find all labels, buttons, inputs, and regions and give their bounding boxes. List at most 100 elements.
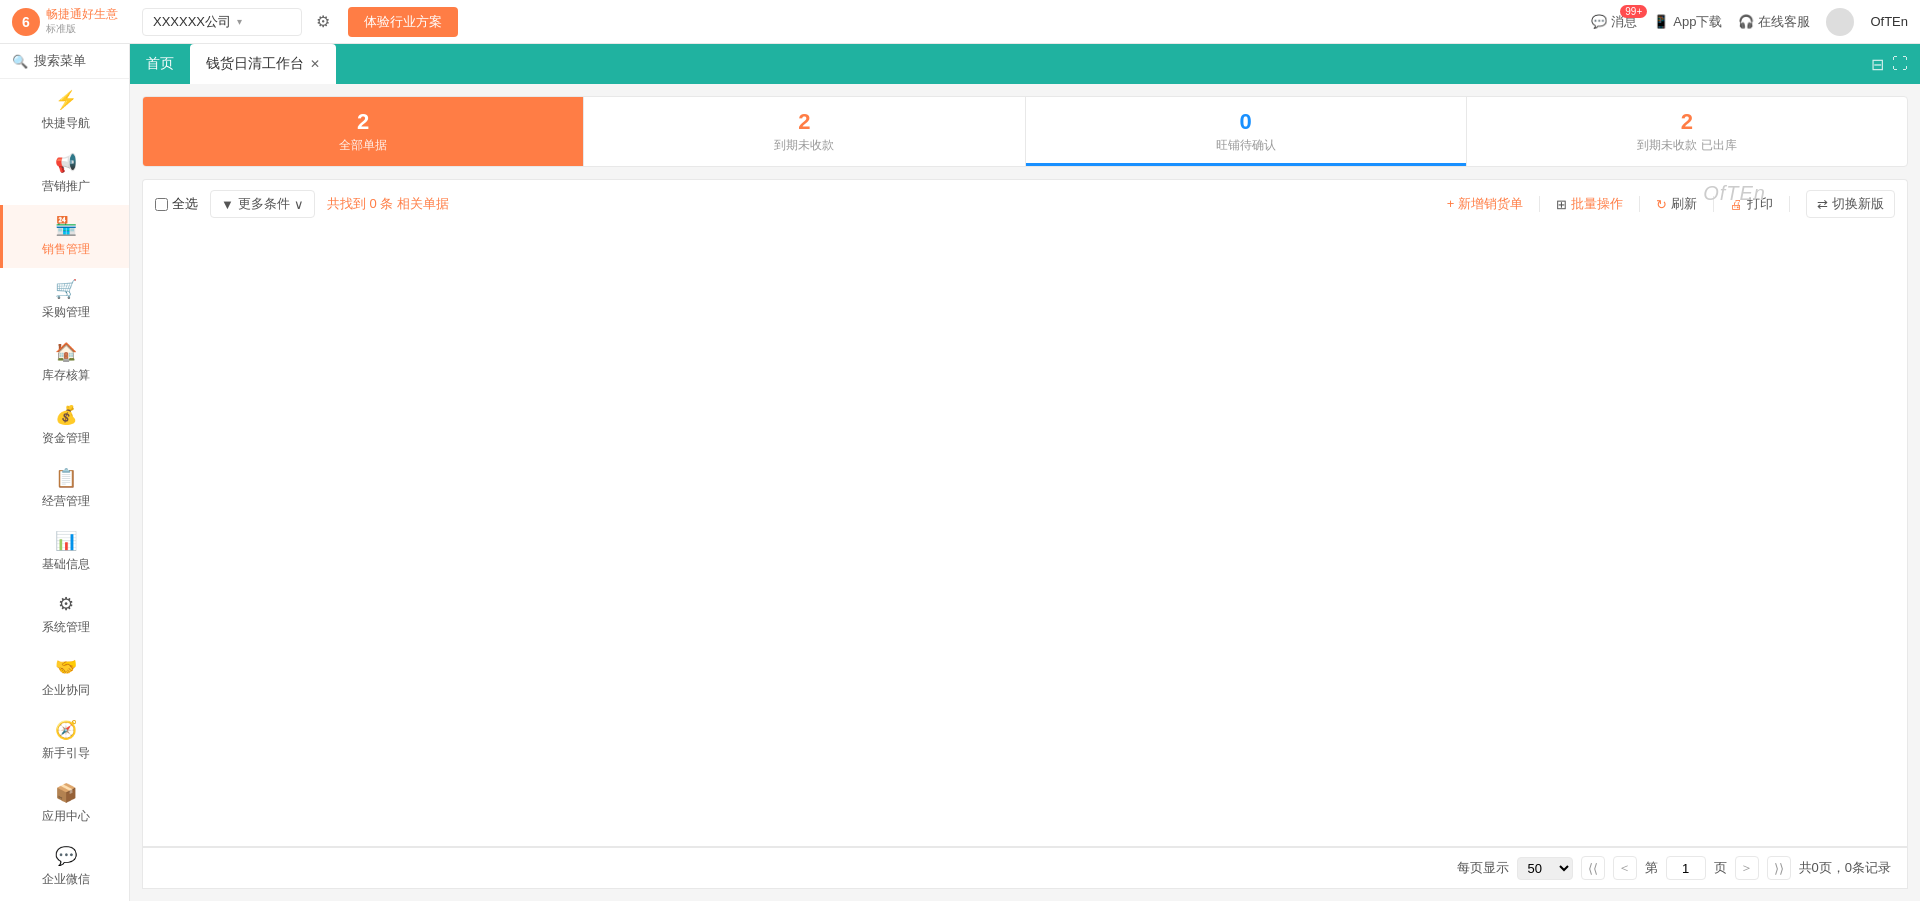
per-page-select[interactable]: 50 100 200 xyxy=(1517,857,1573,880)
purchase-icon: 🛒 xyxy=(55,278,77,300)
page-content: 2 全部单据 2 到期未收款 0 旺铺待确认 2 到期未收款 已出库 xyxy=(130,84,1920,901)
toolbar: 全选 ▼ 更多条件 ∨ 共找到 0 条 相关单据 + 新增销货单 xyxy=(142,179,1908,228)
stat-all-label: 全部单据 xyxy=(159,137,567,154)
stat-overdue-number: 2 xyxy=(600,109,1008,135)
sidebar-item-operations[interactable]: 📋 经营管理 xyxy=(0,457,129,520)
stat-overdue-shipped-number: 2 xyxy=(1483,109,1891,135)
stat-overdue-shipped-label: 到期未收款 已出库 xyxy=(1483,137,1891,154)
add-sales-button[interactable]: + 新增销货单 xyxy=(1447,195,1523,213)
sidebar-item-wecom[interactable]: 💬 企业微信 xyxy=(0,835,129,898)
page-summary: 共0页，0条记录 xyxy=(1799,859,1891,877)
first-page-button[interactable]: ⟨⟨ xyxy=(1581,856,1605,880)
download-icon: 📱 xyxy=(1653,14,1669,29)
messages-button[interactable]: 💬 消息 99+ xyxy=(1591,13,1637,31)
tab-close-icon[interactable]: ✕ xyxy=(310,57,320,71)
sidebar-item-finance[interactable]: 💰 资金管理 xyxy=(0,394,129,457)
wecom-icon: 💬 xyxy=(55,845,77,867)
stat-all-number: 2 xyxy=(159,109,567,135)
base-info-icon: 📊 xyxy=(55,530,77,552)
sidebar-item-sales[interactable]: 🏪 销售管理 xyxy=(0,205,129,268)
refresh-icon: ↻ xyxy=(1656,197,1667,212)
tab-bar: 首页 钱货日清工作台 ✕ ⊟ ⛶ xyxy=(130,44,1920,84)
stat-overdue-label: 到期未收款 xyxy=(600,137,1008,154)
sidebar-item-inventory[interactable]: 🏠 库存核算 xyxy=(0,331,129,394)
stat-pending-number: 0 xyxy=(1042,109,1450,135)
sidebar-item-purchase[interactable]: 🛒 采购管理 xyxy=(0,268,129,331)
guide-icon: 🧭 xyxy=(55,719,77,741)
stat-tab-pending[interactable]: 0 旺铺待确认 xyxy=(1026,97,1467,166)
stat-tab-all[interactable]: 2 全部单据 xyxy=(143,97,584,166)
logo-badge: 标准版 xyxy=(46,22,118,36)
last-page-button[interactable]: ⟩⟩ xyxy=(1767,856,1791,880)
marketing-icon: 📢 xyxy=(55,152,77,174)
select-all-checkbox[interactable]: 全选 xyxy=(155,195,198,213)
refresh-button[interactable]: ↻ 刷新 xyxy=(1656,195,1697,213)
batch-ops-button[interactable]: ⊞ 批量操作 xyxy=(1556,195,1623,213)
sidebar: 🔍 搜索菜单 ⚡ 快捷导航 📢 营销推广 🏪 销售管理 🛒 采购管理 🏠 库存核… xyxy=(0,44,130,901)
switch-icon: ⇄ xyxy=(1817,197,1828,212)
print-button[interactable]: 🖨 打印 xyxy=(1730,195,1773,213)
print-icon: 🖨 xyxy=(1730,197,1743,212)
divider2 xyxy=(1639,196,1640,212)
company-name: XXXXXX公司 xyxy=(153,13,231,31)
trial-button[interactable]: 体验行业方案 xyxy=(348,7,458,37)
finance-icon: 💰 xyxy=(55,404,77,426)
search-menu-button[interactable]: 🔍 搜索菜单 xyxy=(0,44,129,79)
found-number: 0 xyxy=(370,196,377,211)
online-service-button[interactable]: 🎧 在线客服 xyxy=(1738,13,1810,31)
company-selector[interactable]: XXXXXX公司 ▾ xyxy=(142,8,302,36)
select-all-input[interactable] xyxy=(155,198,168,211)
system-icon: ⚙ xyxy=(58,593,74,615)
header-right: 💬 消息 99+ 📱 App下载 🎧 在线客服 OfTEn xyxy=(1591,8,1908,36)
more-conditions-button[interactable]: ▼ 更多条件 ∨ xyxy=(210,190,315,218)
quick-nav-icon: ⚡ xyxy=(55,89,77,111)
minimize-icon: ⊟ xyxy=(1871,55,1884,74)
sidebar-item-guide[interactable]: 🧭 新手引导 xyxy=(0,709,129,772)
filter-icon: ▼ xyxy=(221,197,234,212)
switch-version-button[interactable]: ⇄ 切换新版 xyxy=(1806,190,1895,218)
logo-icon: 6 xyxy=(12,8,40,36)
headset-icon: 🎧 xyxy=(1738,14,1754,29)
avatar[interactable] xyxy=(1826,8,1854,36)
stat-tab-overdue-shipped[interactable]: 2 到期未收款 已出库 xyxy=(1467,97,1907,166)
message-badge: 99+ xyxy=(1620,5,1647,18)
inventory-icon: 🏠 xyxy=(55,341,77,363)
enterprise-icon: 🤝 xyxy=(55,656,77,678)
sidebar-item-marketing[interactable]: 📢 营销推广 xyxy=(0,142,129,205)
toolbar-right: + 新增销货单 ⊞ 批量操作 ↻ 刷新 🖨 打印 xyxy=(1447,190,1895,218)
table-area xyxy=(142,228,1908,847)
username-label: OfTEn xyxy=(1870,14,1908,29)
app-download-button[interactable]: 📱 App下载 xyxy=(1653,13,1722,31)
tab-home[interactable]: 首页 xyxy=(130,44,190,84)
tab-cash-daily[interactable]: 钱货日清工作台 ✕ xyxy=(190,44,336,84)
divider xyxy=(1539,196,1540,212)
stats-tabs: 2 全部单据 2 到期未收款 0 旺铺待确认 2 到期未收款 已出库 xyxy=(142,96,1908,167)
chevron-down-icon: ▾ xyxy=(237,16,242,27)
sidebar-item-base-info[interactable]: 📊 基础信息 xyxy=(0,520,129,583)
tab-expand-button[interactable]: ⊟ ⛶ xyxy=(1859,55,1920,74)
pagination-bar: 每页显示 50 100 200 ⟨⟨ ＜ 第 页 ＞ ⟩⟩ 共0页，0条记录 xyxy=(142,847,1908,889)
logo-text: 畅捷通好生意 xyxy=(46,7,118,23)
sidebar-item-system[interactable]: ⚙ 系统管理 xyxy=(0,583,129,646)
next-page-button[interactable]: ＞ xyxy=(1735,856,1759,880)
content-area: 首页 钱货日清工作台 ✕ ⊟ ⛶ 2 全部单据 2 到期未收款 xyxy=(130,44,1920,901)
main-layout: 🔍 搜索菜单 ⚡ 快捷导航 📢 营销推广 🏪 销售管理 🛒 采购管理 🏠 库存核… xyxy=(0,44,1920,901)
found-count-label: 共找到 0 条 相关单据 xyxy=(327,195,449,213)
settings-icon[interactable]: ⚙ xyxy=(308,7,338,37)
divider3 xyxy=(1713,196,1714,212)
expand-icon: ⛶ xyxy=(1892,55,1908,73)
page-input[interactable] xyxy=(1666,856,1706,880)
stat-tab-overdue[interactable]: 2 到期未收款 xyxy=(584,97,1025,166)
sidebar-item-enterprise[interactable]: 🤝 企业协同 xyxy=(0,646,129,709)
operations-icon: 📋 xyxy=(55,467,77,489)
divider4 xyxy=(1789,196,1790,212)
sidebar-item-app-center[interactable]: 📦 应用中心 xyxy=(0,772,129,835)
prev-page-button[interactable]: ＜ xyxy=(1613,856,1637,880)
search-icon: 🔍 xyxy=(12,54,28,69)
stat-pending-label: 旺铺待确认 xyxy=(1042,137,1450,154)
sidebar-item-quick-nav[interactable]: ⚡ 快捷导航 xyxy=(0,79,129,142)
top-header: 6 畅捷通好生意 标准版 XXXXXX公司 ▾ ⚙ 体验行业方案 💬 消息 99… xyxy=(0,0,1920,44)
batch-icon: ⊞ xyxy=(1556,197,1567,212)
sales-icon: 🏪 xyxy=(55,215,77,237)
message-icon: 💬 xyxy=(1591,14,1607,29)
